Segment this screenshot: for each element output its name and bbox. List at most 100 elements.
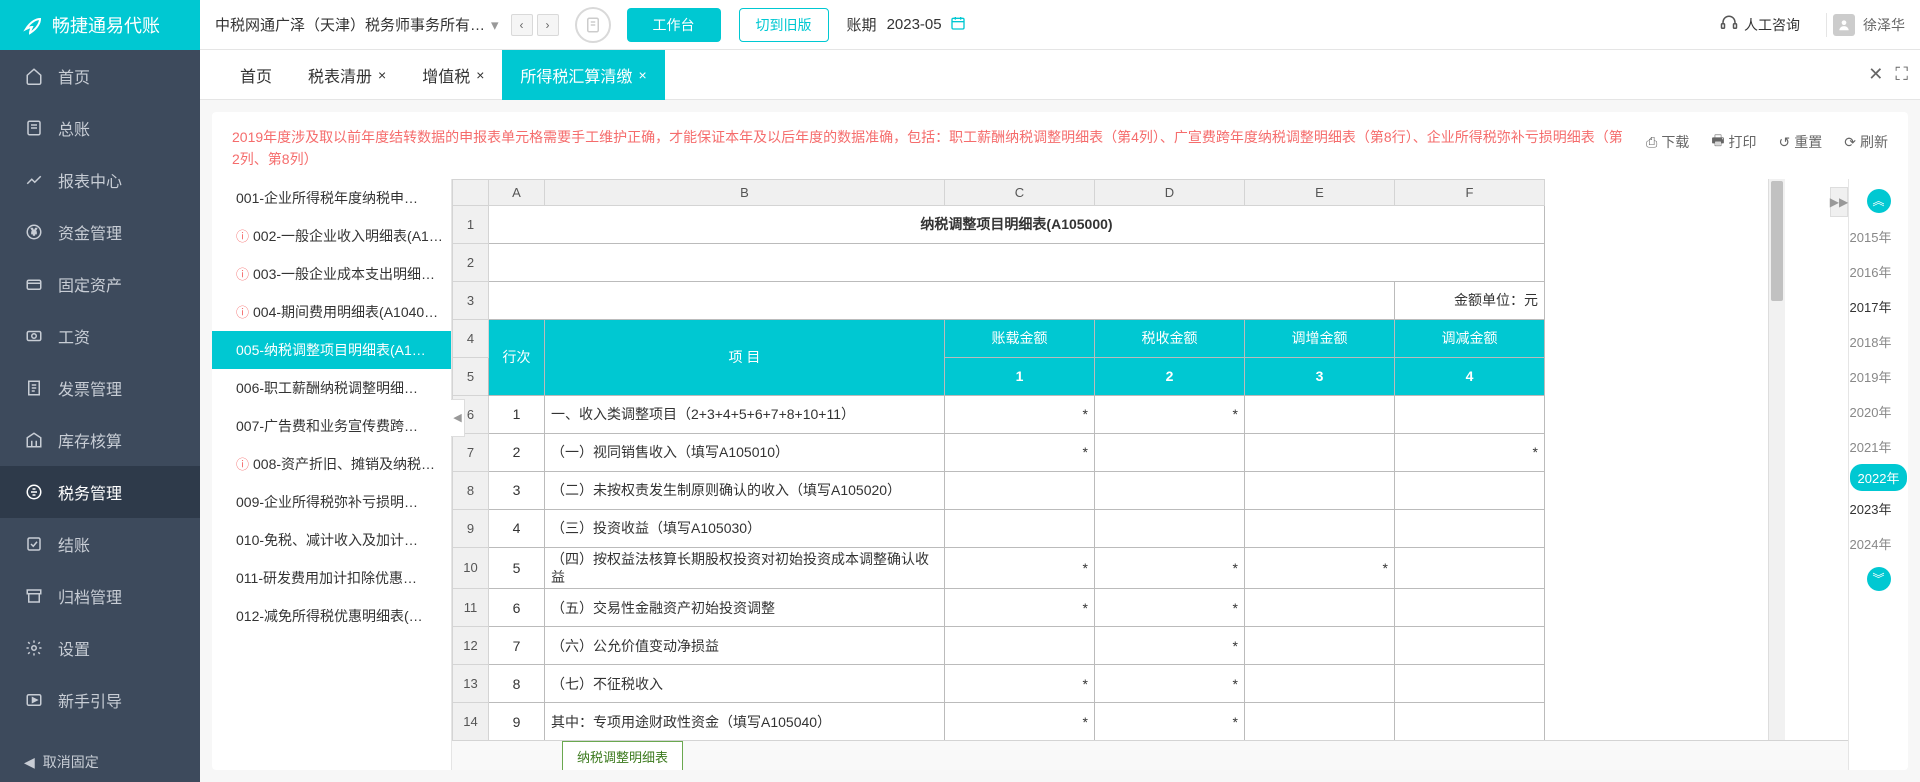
- year-item[interactable]: 2024年: [1850, 526, 1908, 561]
- value-cell[interactable]: *: [1095, 547, 1245, 588]
- sidebar-item-gear[interactable]: 设置: [0, 622, 200, 674]
- unpin-button[interactable]: ◀ 取消固定: [0, 742, 200, 782]
- form-list-item[interactable]: ⓘ004-期间费用明细表(A1040…: [212, 293, 451, 331]
- value-cell[interactable]: [1395, 627, 1545, 665]
- value-cell[interactable]: *: [945, 433, 1095, 471]
- row-head[interactable]: 14: [453, 703, 489, 740]
- value-cell[interactable]: [1395, 395, 1545, 433]
- value-cell[interactable]: *: [1245, 547, 1395, 588]
- value-cell[interactable]: [1245, 703, 1395, 740]
- close-icon[interactable]: ×: [638, 67, 646, 83]
- value-cell[interactable]: [1245, 471, 1395, 509]
- sidebar-item-archive[interactable]: 归档管理: [0, 570, 200, 622]
- value-cell[interactable]: *: [1095, 395, 1245, 433]
- doc-icon-button[interactable]: [575, 7, 611, 43]
- year-item[interactable]: 2015年: [1850, 219, 1908, 254]
- reset-button[interactable]: ↺重置: [1779, 130, 1823, 154]
- seq-cell[interactable]: 3: [489, 471, 545, 509]
- seq-cell[interactable]: 8: [489, 665, 545, 703]
- year-down[interactable]: ︾: [1867, 567, 1891, 591]
- sidebar-item-tax[interactable]: 税务管理: [0, 466, 200, 518]
- year-item[interactable]: 2018年: [1850, 324, 1908, 359]
- print-button[interactable]: 🖶打印: [1711, 130, 1756, 154]
- sidebar-item-salary[interactable]: 工资: [0, 310, 200, 362]
- col-head[interactable]: D: [1095, 179, 1245, 205]
- value-cell[interactable]: *: [945, 703, 1095, 740]
- sidebar-item-close[interactable]: 结账: [0, 518, 200, 570]
- col-head[interactable]: E: [1245, 179, 1395, 205]
- value-cell[interactable]: [1245, 395, 1395, 433]
- row-head[interactable]: 2: [453, 243, 489, 281]
- value-cell[interactable]: *: [945, 589, 1095, 627]
- expand-tabs[interactable]: ⛶: [1895, 64, 1908, 85]
- seq-cell[interactable]: 2: [489, 433, 545, 471]
- row-head[interactable]: 4: [453, 319, 489, 357]
- value-cell[interactable]: [1245, 433, 1395, 471]
- value-cell[interactable]: *: [945, 547, 1095, 588]
- project-cell[interactable]: （七）不征税收入: [545, 665, 945, 703]
- value-cell[interactable]: *: [945, 665, 1095, 703]
- form-list-item[interactable]: 009-企业所得税弥补亏损明…: [212, 483, 451, 521]
- value-cell[interactable]: [1095, 471, 1245, 509]
- prev-button[interactable]: ‹: [511, 14, 533, 36]
- col-head[interactable]: C: [945, 179, 1095, 205]
- col-head[interactable]: F: [1395, 179, 1545, 205]
- sidebar-item-invoice[interactable]: 发票管理: [0, 362, 200, 414]
- value-cell[interactable]: [1395, 665, 1545, 703]
- year-item[interactable]: 2019年: [1850, 359, 1908, 394]
- form-list-item[interactable]: 012-减免所得税优惠明细表(…: [212, 597, 451, 635]
- value-cell[interactable]: [1395, 509, 1545, 547]
- tab[interactable]: 首页: [222, 50, 290, 100]
- form-list-item[interactable]: ⓘ008-资产折旧、摊销及纳税…: [212, 445, 451, 483]
- sidebar-item-chart[interactable]: 报表中心: [0, 154, 200, 206]
- value-cell[interactable]: *: [1095, 665, 1245, 703]
- row-head[interactable]: 1: [453, 205, 489, 243]
- sidebar-item-home[interactable]: 首页: [0, 50, 200, 102]
- workspace-button[interactable]: 工作台: [627, 8, 721, 42]
- support-link[interactable]: 人工咨询: [1720, 14, 1800, 35]
- year-item[interactable]: 2023年: [1850, 491, 1908, 526]
- close-icon[interactable]: ×: [378, 67, 386, 83]
- close-icon[interactable]: ×: [476, 67, 484, 83]
- value-cell[interactable]: [1245, 627, 1395, 665]
- tab[interactable]: 增值税×: [404, 50, 502, 100]
- vertical-scrollbar[interactable]: [1768, 179, 1785, 740]
- col-head[interactable]: A: [489, 179, 545, 205]
- next-button[interactable]: ›: [537, 14, 559, 36]
- project-cell[interactable]: （五）交易性金融资产初始投资调整: [545, 589, 945, 627]
- value-cell[interactable]: [1245, 665, 1395, 703]
- old-version-button[interactable]: 切到旧版: [739, 8, 829, 42]
- collapse-form-list[interactable]: ◀: [451, 399, 465, 437]
- year-up[interactable]: ︽: [1867, 189, 1891, 213]
- project-cell[interactable]: （三）投资收益（填写A105030）: [545, 509, 945, 547]
- row-head[interactable]: 13: [453, 665, 489, 703]
- value-cell[interactable]: [1245, 509, 1395, 547]
- value-cell[interactable]: [1395, 547, 1545, 588]
- value-cell[interactable]: *: [1095, 627, 1245, 665]
- seq-cell[interactable]: 9: [489, 703, 545, 740]
- seq-cell[interactable]: 5: [489, 547, 545, 588]
- form-list-item[interactable]: ⓘ002-一般企业收入明细表(A1…: [212, 217, 451, 255]
- project-cell[interactable]: （六）公允价值变动净损益: [545, 627, 945, 665]
- form-list-item[interactable]: 010-免税、减计收入及加计…: [212, 521, 451, 559]
- form-list-item[interactable]: 001-企业所得税年度纳税申…: [212, 179, 451, 217]
- value-cell[interactable]: [1395, 589, 1545, 627]
- value-cell[interactable]: *: [1095, 589, 1245, 627]
- seq-cell[interactable]: 1: [489, 395, 545, 433]
- form-list-item[interactable]: 007-广告费和业务宣传费跨…: [212, 407, 451, 445]
- row-head[interactable]: 8: [453, 471, 489, 509]
- tab[interactable]: 所得税汇算清缴×: [502, 50, 664, 100]
- company-selector[interactable]: 中税网通广泽（天津）税务师事务所有… ▾: [215, 14, 499, 35]
- row-head[interactable]: 5: [453, 357, 489, 395]
- sidebar-item-guide[interactable]: 新手引导: [0, 674, 200, 726]
- year-item[interactable]: 2017年: [1850, 289, 1908, 324]
- value-cell[interactable]: [945, 509, 1095, 547]
- value-cell[interactable]: [1245, 589, 1395, 627]
- year-item[interactable]: 2021年: [1850, 429, 1908, 464]
- download-button[interactable]: ⎙下载: [1646, 130, 1689, 154]
- value-cell[interactable]: *: [1095, 703, 1245, 740]
- spreadsheet[interactable]: ABCDEF1纳税调整项目明细表(A105000)23金额单位：元4行次项 目账…: [452, 179, 1848, 740]
- tab[interactable]: 税表清册×: [290, 50, 404, 100]
- row-head[interactable]: 12: [453, 627, 489, 665]
- value-cell[interactable]: [945, 627, 1095, 665]
